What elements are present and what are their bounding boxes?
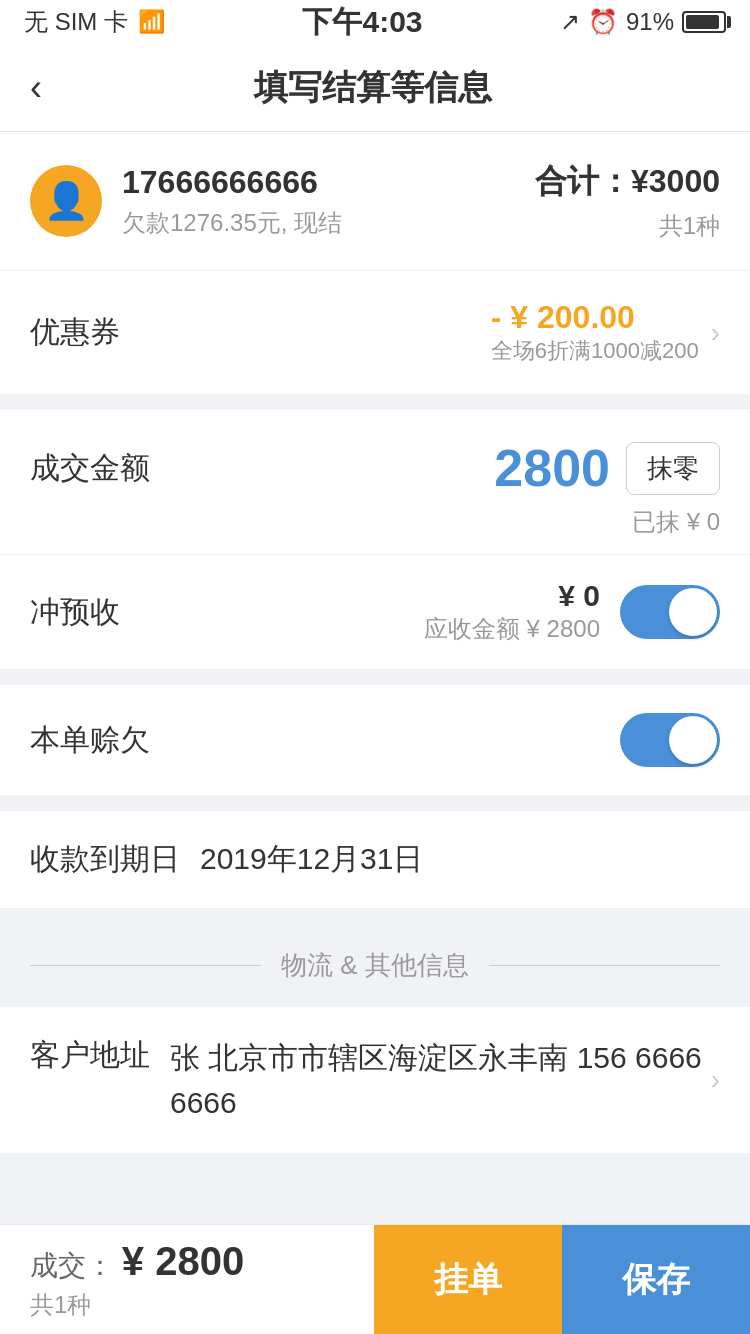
hang-order-button[interactable]: 挂单 [374, 1225, 562, 1335]
divider-line-left [30, 965, 261, 966]
deal-amount: 2800 [494, 438, 610, 498]
customer-row: 👤 17666666666 欠款1276.35元, 现结 合计：¥3000 共1… [0, 132, 750, 270]
battery-percent: 91% [626, 8, 674, 36]
prepay-amount-block: ¥ 0 应收金额 ¥ 2800 [424, 579, 600, 645]
bottom-info: 成交： ¥ 2800 共1种 [0, 1239, 374, 1321]
bottom-count: 共1种 [30, 1289, 344, 1321]
address-row: 客户地址 张 北京市市辖区海淀区永丰南 156 6666 6666 › [30, 1035, 720, 1125]
bottom-amount: ¥ 2800 [122, 1239, 244, 1283]
prepay-toggle[interactable] [620, 585, 720, 639]
prepay-amount: ¥ 0 [424, 579, 600, 613]
coupon-right: - ¥ 200.00 全场6折满1000减200 › [491, 299, 720, 366]
deal-section: 成交金额 2800 抹零 已抹 ¥ 0 冲预收 ¥ 0 应收金额 ¥ 2800 [0, 410, 750, 669]
battery-fill [686, 15, 719, 29]
credit-toggle-knob [669, 716, 717, 764]
total-count: 共1种 [535, 210, 720, 242]
prepay-row: 冲预收 ¥ 0 应收金额 ¥ 2800 [0, 554, 750, 669]
prepay-sub: 应收金额 ¥ 2800 [424, 613, 600, 645]
duedate-section: 收款到期日 2019年12月31日 [0, 811, 750, 908]
back-button[interactable]: ‹ [30, 67, 42, 109]
toggle-knob [669, 588, 717, 636]
location-icon: ↗ [560, 8, 580, 36]
page-title: 填写结算等信息 [62, 65, 684, 111]
duedate-value: 2019年12月31日 [200, 839, 423, 880]
divider-line-right [489, 965, 720, 966]
customer-phone: 17666666666 [122, 164, 535, 201]
avatar-icon: 👤 [44, 180, 89, 222]
credit-label: 本单赊欠 [30, 720, 150, 761]
avatar: 👤 [30, 165, 102, 237]
bottom-deal-row: 成交： ¥ 2800 [30, 1239, 344, 1285]
carrier-label: 无 SIM 卡 [24, 6, 128, 38]
duedate-row: 收款到期日 2019年12月31日 [30, 839, 720, 880]
total-amount: 合计：¥3000 [535, 160, 720, 204]
alarm-icon: ⏰ [588, 8, 618, 36]
status-left: 无 SIM 卡 📶 [24, 6, 165, 38]
address-chevron-icon: › [711, 1064, 720, 1096]
address-value: 张 北京市市辖区海淀区永丰南 156 6666 6666 [170, 1035, 711, 1125]
round-zero-button[interactable]: 抹零 [626, 442, 720, 495]
customer-total: 合计：¥3000 共1种 [535, 160, 720, 242]
coupon-label: 优惠券 [30, 312, 120, 353]
bottom-deal-label: 成交： [30, 1250, 114, 1281]
deal-row: 成交金额 2800 抹零 [30, 438, 720, 498]
time-label: 下午4:03 [302, 2, 422, 43]
customer-info: 17666666666 欠款1276.35元, 现结 [122, 164, 535, 239]
status-right: ↗ ⏰ 91% [560, 8, 726, 36]
save-button[interactable]: 保存 [562, 1225, 750, 1335]
coupon-discount: - ¥ 200.00 [491, 299, 699, 336]
battery-icon [682, 11, 726, 33]
prepay-label: 冲预收 [30, 592, 120, 633]
divider-text: 物流 & 其他信息 [261, 948, 489, 983]
customer-note: 欠款1276.35元, 现结 [122, 207, 535, 239]
coupon-row[interactable]: 优惠券 - ¥ 200.00 全场6折满1000减200 › [0, 270, 750, 394]
prepay-right: ¥ 0 应收金额 ¥ 2800 [424, 579, 720, 645]
deal-right: 2800 抹零 [494, 438, 720, 498]
deal-sub: 已抹 ¥ 0 [30, 506, 720, 538]
coupon-chevron-icon: › [711, 317, 720, 349]
wifi-icon: 📶 [138, 9, 165, 35]
coupon-desc: 全场6折满1000减200 [491, 336, 699, 366]
divider-label: 物流 & 其他信息 [0, 924, 750, 1007]
duedate-label: 收款到期日 [30, 839, 180, 880]
status-bar: 无 SIM 卡 📶 下午4:03 ↗ ⏰ 91% [0, 0, 750, 44]
credit-section: 本单赊欠 [0, 685, 750, 795]
bottom-bar: 成交： ¥ 2800 共1种 挂单 保存 [0, 1224, 750, 1334]
credit-row: 本单赊欠 [30, 713, 720, 767]
address-section[interactable]: 客户地址 张 北京市市辖区海淀区永丰南 156 6666 6666 › [0, 1007, 750, 1153]
nav-bar: ‹ 填写结算等信息 [0, 44, 750, 132]
address-label: 客户地址 [30, 1035, 150, 1076]
deal-label: 成交金额 [30, 448, 150, 489]
credit-toggle[interactable] [620, 713, 720, 767]
customer-section: 👤 17666666666 欠款1276.35元, 现结 合计：¥3000 共1… [0, 132, 750, 394]
